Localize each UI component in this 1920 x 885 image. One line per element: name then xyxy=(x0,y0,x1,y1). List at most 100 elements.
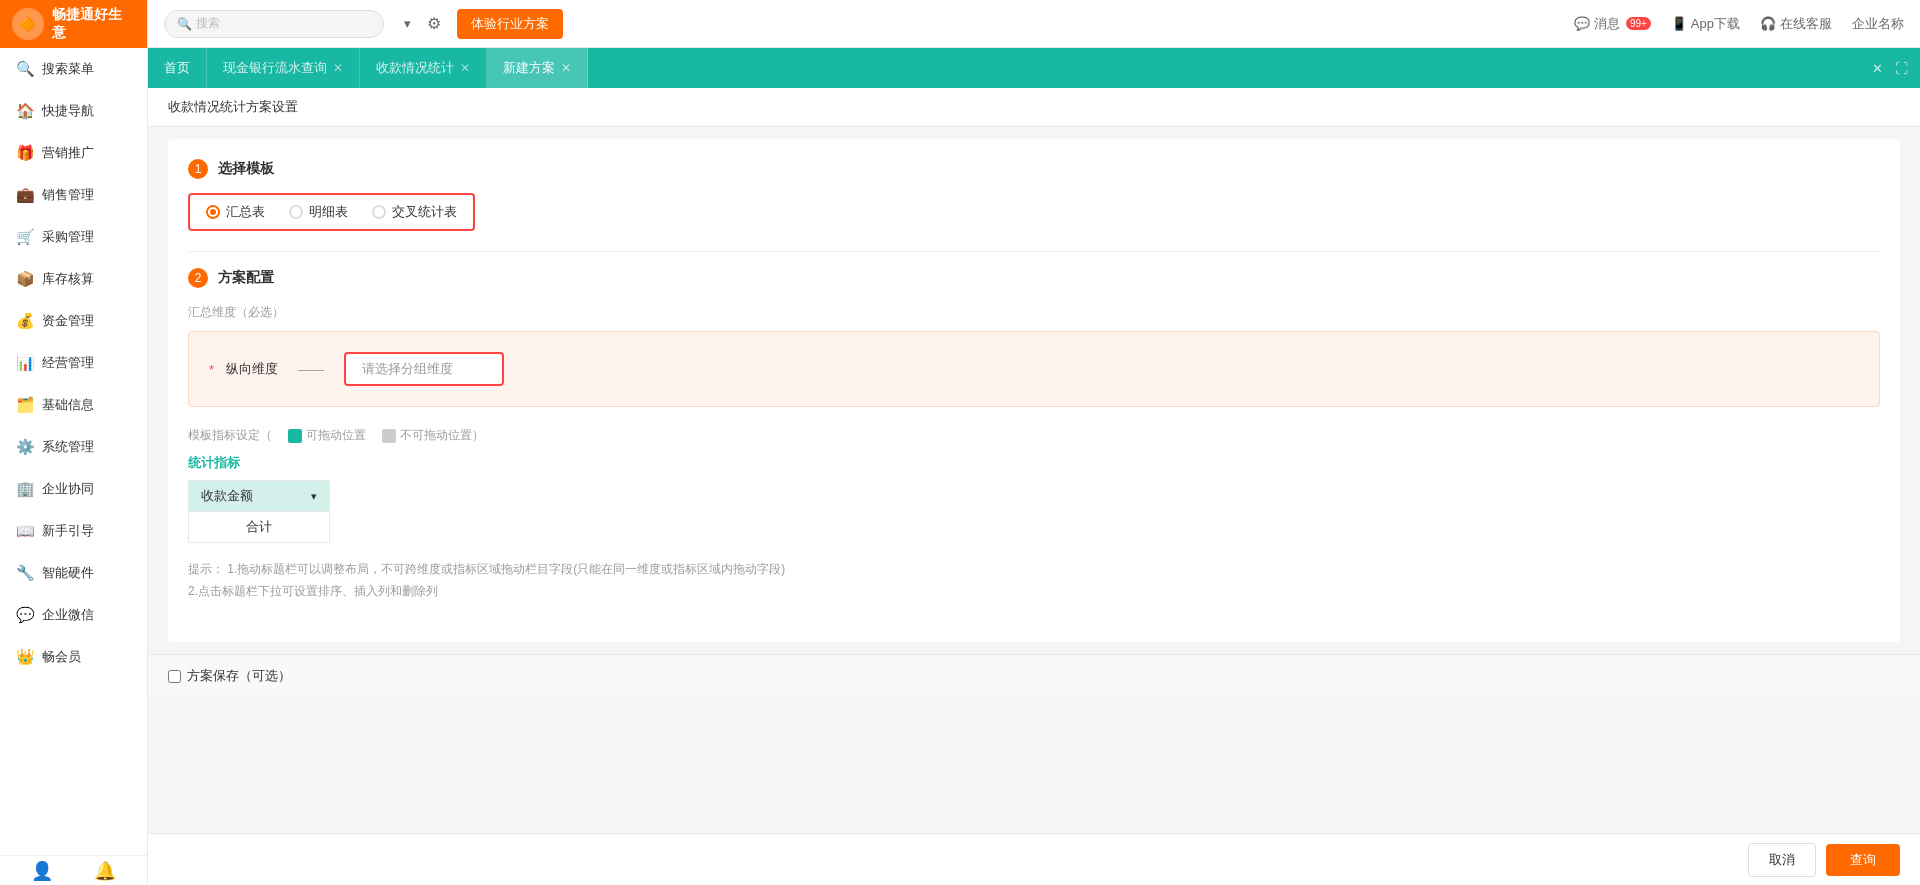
sidebar-item-label: 新手引导 xyxy=(42,522,94,540)
tab-new-plan[interactable]: 新建方案 ✕ xyxy=(487,48,588,88)
sidebar-item-finance[interactable]: 💰 资金管理 xyxy=(0,300,147,342)
sidebar-item-search[interactable]: 🔍 搜索菜单 xyxy=(0,48,147,90)
sidebar-item-label: 经营管理 xyxy=(42,354,94,372)
tab-new-plan-close[interactable]: ✕ xyxy=(561,61,571,75)
tab-receipts-close[interactable]: ✕ xyxy=(460,61,470,75)
groupby-dimension-select[interactable]: 请选择分组维度 xyxy=(344,352,504,386)
user-label: 企业名称 xyxy=(1852,15,1904,33)
query-button[interactable]: 查询 xyxy=(1826,844,1900,876)
sidebar-item-inventory[interactable]: 📦 库存核算 xyxy=(0,258,147,300)
radio-summary[interactable]: 汇总表 xyxy=(206,203,265,221)
logo-text: 畅捷通好生意 xyxy=(52,6,135,42)
breadcrumb: 收款情况统计方案设置 xyxy=(168,99,298,114)
sidebar-item-enterprise[interactable]: 🏢 企业协同 xyxy=(0,468,147,510)
save-checkbox[interactable] xyxy=(168,670,181,683)
service-item[interactable]: 🎧 在线客服 xyxy=(1760,15,1832,33)
nodrag-indicator: 不可拖动位置） xyxy=(382,427,484,444)
dimension-label: 汇总维度（必选） xyxy=(188,304,1880,321)
system-icon: ⚙️ xyxy=(16,438,34,456)
save-label-text: 方案保存（可选） xyxy=(187,667,291,685)
sales-icon: 💼 xyxy=(16,186,34,204)
sidebar-item-sales[interactable]: 💼 销售管理 xyxy=(0,174,147,216)
tab-cashflow-close[interactable]: ✕ xyxy=(333,61,343,75)
sidebar-item-hardware[interactable]: 🔧 智能硬件 xyxy=(0,552,147,594)
download-item[interactable]: 📱 App下载 xyxy=(1671,15,1740,33)
stat-dropdown-icon[interactable]: ▾ xyxy=(311,490,317,503)
purchase-icon: 🛒 xyxy=(16,228,34,246)
sidebar-item-label: 销售管理 xyxy=(42,186,94,204)
dimension-area: * 纵向维度 —— 请选择分组维度 xyxy=(188,331,1880,407)
dimension-row: * 纵向维度 —— 请选择分组维度 xyxy=(209,352,1859,386)
tips-section: 提示： 1.拖动标题栏可以调整布局，不可跨维度或指标区域拖动栏目字段(只能在同一… xyxy=(188,559,1880,602)
step1-num: 1 xyxy=(188,159,208,179)
indicator-label-row: 模板指标设定（ 可拖动位置 不可拖动位置） xyxy=(188,427,1880,444)
tab-expand-icon[interactable]: ⛶ xyxy=(1895,61,1908,76)
sidebar-item-label: 采购管理 xyxy=(42,228,94,246)
search-icon: 🔍 xyxy=(16,60,34,78)
dimension-label-text: 汇总维度（必选） xyxy=(188,305,284,319)
sidebar-item-label: 搜索菜单 xyxy=(42,60,94,78)
topbar-right: 💬 消息 99+ 📱 App下载 🎧 在线客服 企业名称 xyxy=(1574,15,1904,33)
tab-home[interactable]: 首页 xyxy=(148,48,207,88)
radio-crosstab[interactable]: 交叉统计表 xyxy=(372,203,457,221)
content-area: 收款情况统计方案设置 1 选择模板 汇总表 明细表 xyxy=(148,88,1920,833)
required-star: * xyxy=(209,362,214,377)
sidebar-item-basic[interactable]: 🗂️ 基础信息 xyxy=(0,384,147,426)
service-icon: 🎧 xyxy=(1760,16,1776,31)
page-header: 收款情况统计方案设置 xyxy=(148,88,1920,127)
notification-item[interactable]: 💬 消息 99+ xyxy=(1574,15,1651,33)
topbar-dropdown-arrow[interactable]: ▾ xyxy=(404,16,411,31)
download-icon: 📱 xyxy=(1671,16,1687,31)
nodrag-label-text: 不可拖动位置） xyxy=(400,427,484,444)
sidebar-item-quicknav[interactable]: 🏠 快捷导航 xyxy=(0,90,147,132)
stat-table: 收款金额 ▾ 合计 xyxy=(188,480,330,543)
save-checkbox-label[interactable]: 方案保存（可选） xyxy=(168,667,291,685)
sidebar-item-label: 快捷导航 xyxy=(42,102,94,120)
stat-table-cell: 合计 xyxy=(189,512,329,542)
dimension-row-label: 纵向维度 xyxy=(226,360,278,378)
tab-receipts[interactable]: 收款情况统计 ✕ xyxy=(360,48,487,88)
notification-badge: 99+ xyxy=(1626,17,1651,30)
stat-table-header[interactable]: 收款金额 ▾ xyxy=(189,481,329,512)
sidebar-item-purchase[interactable]: 🛒 采购管理 xyxy=(0,216,147,258)
tab-home-label: 首页 xyxy=(164,59,190,77)
hardware-icon: 🔧 xyxy=(16,564,34,582)
sidebar-item-label: 企业协同 xyxy=(42,480,94,498)
industry-solution-button[interactable]: 体验行业方案 xyxy=(457,9,563,39)
step1-section: 1 选择模板 汇总表 明细表 交叉统计表 xyxy=(188,159,1880,231)
sidebar-item-label: 企业微信 xyxy=(42,606,94,624)
step2-header: 2 方案配置 xyxy=(188,268,1880,288)
guide-icon: 📖 xyxy=(16,522,34,540)
logo-icon: 🔶 xyxy=(12,8,44,40)
cancel-button[interactable]: 取消 xyxy=(1748,843,1816,877)
radio-detail[interactable]: 明细表 xyxy=(289,203,348,221)
settings-icon[interactable]: ⚙ xyxy=(427,14,441,33)
search-placeholder-text: 搜索 xyxy=(196,15,220,32)
sidebar-item-management[interactable]: 📊 经营管理 xyxy=(0,342,147,384)
step1-header: 1 选择模板 xyxy=(188,159,1880,179)
tab-cashflow[interactable]: 现金银行流水查询 ✕ xyxy=(207,48,360,88)
tabbar-right: ✕ ⛶ xyxy=(1872,48,1920,88)
sidebar-item-wechat[interactable]: 💬 企业微信 xyxy=(0,594,147,636)
sidebar: 🔶 畅捷通好生意 🔍 搜索菜单 🏠 快捷导航 🎁 营销推广 💼 销售管理 🛒 采… xyxy=(0,0,148,885)
tab-receipts-label: 收款情况统计 xyxy=(376,59,454,77)
sidebar-item-label: 基础信息 xyxy=(42,396,94,414)
sidebar-bottom-icon1[interactable]: 👤 xyxy=(31,860,53,882)
sidebar-item-guide[interactable]: 📖 新手引导 xyxy=(0,510,147,552)
user-item[interactable]: 企业名称 xyxy=(1852,15,1904,33)
stat-column-label: 收款金额 xyxy=(201,487,253,505)
sidebar-item-member[interactable]: 👑 畅会员 xyxy=(0,636,147,678)
tab-cashflow-label: 现金银行流水查询 xyxy=(223,59,327,77)
tab-new-plan-label: 新建方案 xyxy=(503,59,555,77)
drag-label-text: 可拖动位置 xyxy=(306,427,366,444)
sidebar-bottom-icon2[interactable]: 🔔 xyxy=(94,860,116,882)
tip1: 提示： 1.拖动标题栏可以调整布局，不可跨维度或指标区域拖动栏目字段(只能在同一… xyxy=(188,559,1880,581)
service-label: 在线客服 xyxy=(1780,15,1832,33)
radio-detail-label: 明细表 xyxy=(309,203,348,221)
sidebar-item-system[interactable]: ⚙️ 系统管理 xyxy=(0,426,147,468)
tab-close-all-icon[interactable]: ✕ xyxy=(1872,61,1883,76)
drag-box-icon xyxy=(288,429,302,443)
sidebar-item-marketing[interactable]: 🎁 营销推广 xyxy=(0,132,147,174)
marketing-icon: 🎁 xyxy=(16,144,34,162)
sidebar-item-label: 营销推广 xyxy=(42,144,94,162)
